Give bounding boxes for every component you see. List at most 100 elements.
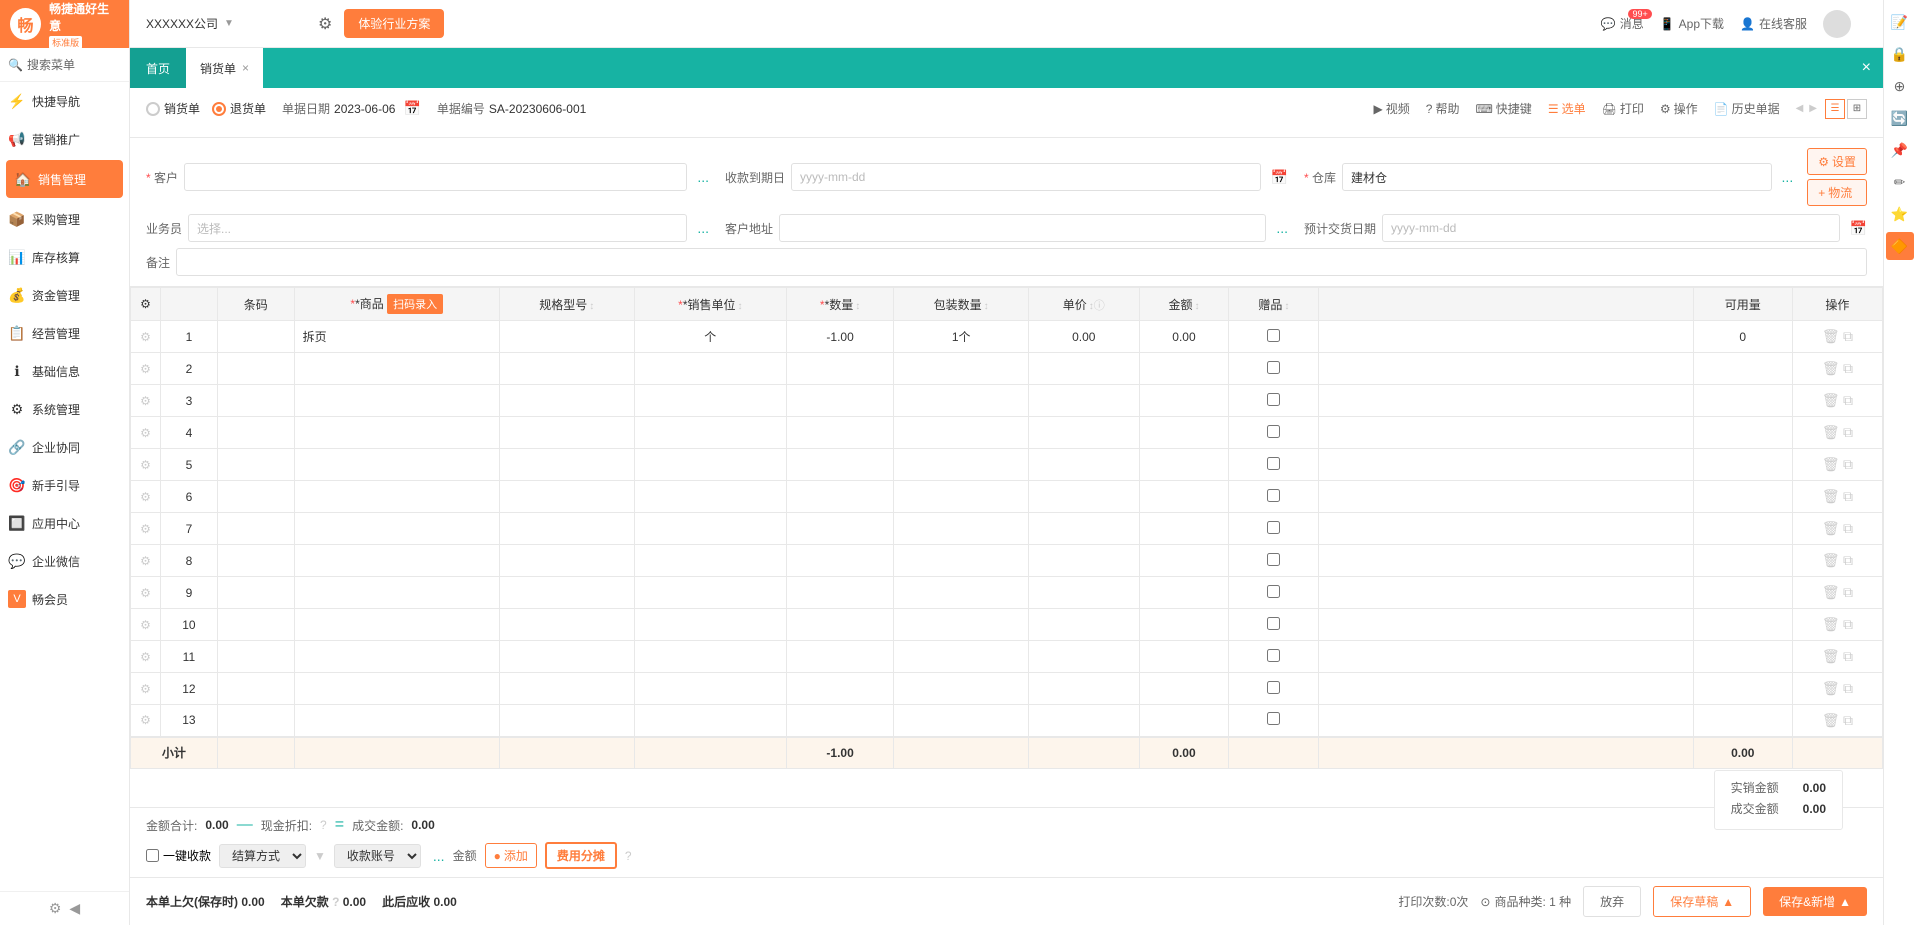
row-spec[interactable]: [499, 545, 634, 577]
row-copy-btn[interactable]: ⧉: [1843, 616, 1853, 633]
row-price[interactable]: [1029, 609, 1139, 641]
row-copy-btn[interactable]: ⧉: [1843, 648, 1853, 665]
salesperson-more-icon[interactable]: ...: [693, 220, 709, 236]
row-delete-btn[interactable]: 🗑: [1822, 328, 1840, 345]
row-product[interactable]: [294, 705, 499, 737]
row-unit[interactable]: [634, 353, 786, 385]
row-product[interactable]: [294, 385, 499, 417]
row-price[interactable]: [1029, 641, 1139, 673]
row-spec[interactable]: [499, 577, 634, 609]
row-product[interactable]: [294, 449, 499, 481]
row-qty[interactable]: [786, 449, 893, 481]
row-product[interactable]: [294, 641, 499, 673]
customer-input[interactable]: [184, 163, 687, 191]
row-product[interactable]: 拆页: [294, 321, 499, 353]
settlement-more-icon[interactable]: ▼: [314, 849, 326, 863]
sidebar-search[interactable]: 🔍 搜索菜单: [0, 48, 129, 82]
row-qty[interactable]: [786, 577, 893, 609]
sidebar-item-basic-info[interactable]: ℹ 基础信息: [0, 352, 129, 390]
tabbar-close-button[interactable]: ×: [1862, 59, 1883, 77]
row-settings[interactable]: ⚙: [131, 577, 161, 609]
row-unit[interactable]: [634, 609, 786, 641]
return-order-radio[interactable]: 退货单: [212, 100, 266, 117]
row-qty[interactable]: [786, 513, 893, 545]
row-gift[interactable]: [1229, 513, 1319, 545]
row-delete-btn[interactable]: 🗑: [1822, 520, 1840, 537]
customer-more-icon[interactable]: ...: [693, 169, 709, 185]
operation-btn[interactable]: ⚙ 操作: [1656, 98, 1702, 119]
row-pack-qty[interactable]: [894, 577, 1029, 609]
row-unit[interactable]: [634, 545, 786, 577]
customer-address-more-icon[interactable]: ...: [1272, 220, 1288, 236]
row-spec[interactable]: [499, 513, 634, 545]
row-copy-btn[interactable]: ⧉: [1843, 520, 1853, 537]
row-gift[interactable]: [1229, 417, 1319, 449]
add-button[interactable]: ● 添加: [485, 843, 537, 868]
account-select[interactable]: 收款账号: [334, 844, 421, 868]
customer-address-input[interactable]: [779, 214, 1266, 242]
list-view-icon[interactable]: ☰: [1825, 99, 1845, 119]
row-spec[interactable]: [499, 353, 634, 385]
owe-help-icon[interactable]: ?: [332, 895, 339, 909]
row-barcode[interactable]: [217, 417, 294, 449]
row-spec[interactable]: [499, 705, 634, 737]
tab-close-icon[interactable]: ×: [242, 61, 249, 75]
sidebar-item-quick-nav[interactable]: ⚡ 快捷导航: [0, 82, 129, 120]
row-barcode[interactable]: [217, 449, 294, 481]
row-spec[interactable]: [499, 673, 634, 705]
row-delete-btn[interactable]: 🗑: [1822, 488, 1840, 505]
row-spec[interactable]: [499, 641, 634, 673]
row-pack-qty[interactable]: [894, 641, 1029, 673]
row-delete-btn[interactable]: 🗑: [1822, 424, 1840, 441]
row-pack-qty[interactable]: [894, 353, 1029, 385]
row-pack-qty[interactable]: [894, 417, 1029, 449]
row-qty[interactable]: [786, 641, 893, 673]
print-btn[interactable]: 🖨 打印: [1598, 98, 1648, 119]
settlement-method-select[interactable]: 结算方式: [219, 844, 306, 868]
row-gift[interactable]: [1229, 353, 1319, 385]
row-amount[interactable]: [1139, 417, 1229, 449]
row-unit[interactable]: [634, 641, 786, 673]
payment-date-input[interactable]: yyyy-mm-dd: [791, 163, 1261, 191]
payment-date-calendar-icon[interactable]: 📅: [1267, 169, 1288, 186]
tab-home[interactable]: 首页: [130, 48, 186, 88]
row-price[interactable]: [1029, 481, 1139, 513]
row-amount[interactable]: [1139, 705, 1229, 737]
row-delete-btn[interactable]: 🗑: [1822, 456, 1840, 473]
scan-btn[interactable]: 扫码录入: [387, 294, 443, 314]
col-settings-header[interactable]: ⚙: [131, 288, 161, 321]
sidebar-item-finance[interactable]: 💰 资金管理: [0, 276, 129, 314]
row-barcode[interactable]: [217, 545, 294, 577]
sale-order-radio[interactable]: 销货单: [146, 100, 200, 117]
row-copy-btn[interactable]: ⧉: [1843, 456, 1853, 473]
grid-view-icon[interactable]: ⊞: [1847, 99, 1867, 119]
sidebar-item-purchase[interactable]: 📦 采购管理: [0, 200, 129, 238]
remark-input[interactable]: [176, 248, 1867, 276]
logistics-button[interactable]: + 物流: [1807, 179, 1867, 206]
row-barcode[interactable]: [217, 705, 294, 737]
row-gift[interactable]: [1229, 481, 1319, 513]
row-qty[interactable]: [786, 609, 893, 641]
row-settings[interactable]: ⚙: [131, 609, 161, 641]
video-btn[interactable]: ▶ 视频: [1370, 98, 1414, 119]
row-product[interactable]: [294, 545, 499, 577]
row-delete-btn[interactable]: 🗑: [1822, 648, 1840, 665]
row-price[interactable]: [1029, 417, 1139, 449]
row-amount[interactable]: [1139, 449, 1229, 481]
sidebar-item-inventory[interactable]: 📊 库存核算: [0, 238, 129, 276]
row-delete-btn[interactable]: 🗑: [1822, 680, 1840, 697]
shortcut-btn[interactable]: ⌨ 快捷键: [1471, 98, 1535, 119]
row-unit[interactable]: [634, 705, 786, 737]
salesperson-input[interactable]: 选择...: [188, 214, 687, 242]
sidebar-item-member[interactable]: V 畅会员: [0, 580, 129, 618]
row-unit[interactable]: 个: [634, 321, 786, 353]
right-panel-refresh-icon[interactable]: 🔄: [1886, 104, 1914, 132]
row-pack-qty[interactable]: [894, 545, 1029, 577]
message-button[interactable]: 💬 消息 99+: [1601, 15, 1644, 32]
row-unit[interactable]: [634, 417, 786, 449]
sidebar-item-guide[interactable]: 🎯 新手引导: [0, 466, 129, 504]
row-gift[interactable]: [1229, 321, 1319, 353]
row-qty[interactable]: [786, 417, 893, 449]
row-qty[interactable]: [786, 705, 893, 737]
right-panel-edit-icon[interactable]: ✏: [1886, 168, 1914, 196]
